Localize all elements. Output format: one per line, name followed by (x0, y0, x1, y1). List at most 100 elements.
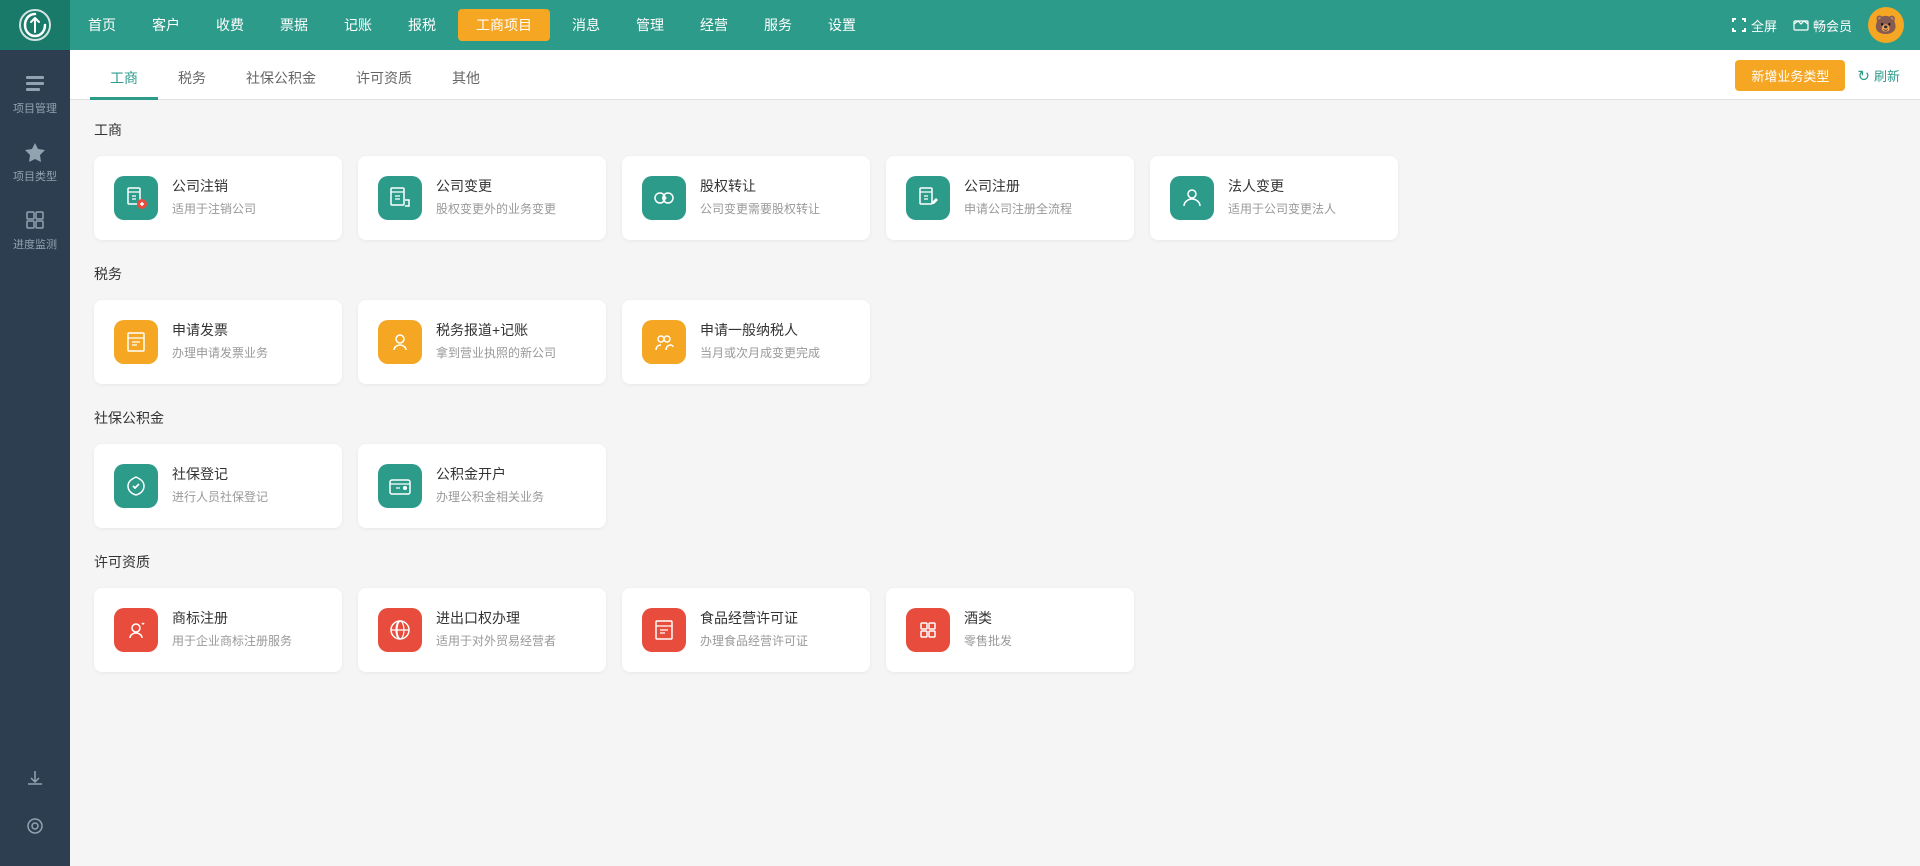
nav-item-服务[interactable]: 服务 (746, 0, 810, 50)
nav-right: 全屏 畅会员 🐻 (1731, 7, 1920, 43)
section-工商: 工商公司注销适用于注销公司公司变更股权变更外的业务变更股权转让公司变更需要股权转… (94, 120, 1896, 240)
card-desc-text: 进行人员社保登记 (172, 488, 322, 505)
nav-item-首页[interactable]: 首页 (70, 0, 134, 50)
card-desc-text: 申请公司注册全流程 (964, 200, 1114, 217)
card-icon-社保登记 (114, 464, 158, 508)
card-desc-text: 适用于注销公司 (172, 200, 322, 217)
sidebar-item-progress-monitor[interactable]: 进度监测 (0, 196, 70, 264)
card-食品经营许可证[interactable]: 食品经营许可证办理食品经营许可证 (622, 588, 870, 672)
tab-xuke[interactable]: 许可资质 (336, 58, 432, 100)
section-title: 工商 (94, 120, 1896, 140)
cards-grid: 社保登记进行人员社保登记公积金开户办理公积金相关业务 (94, 444, 1896, 528)
section-title: 许可资质 (94, 552, 1896, 572)
fullscreen-btn[interactable]: 全屏 (1731, 16, 1777, 35)
sidebar-item-download[interactable] (0, 754, 70, 802)
card-icon-公司注销 (114, 176, 158, 220)
nav-item-设置[interactable]: 设置 (810, 0, 874, 50)
section-title: 税务 (94, 264, 1896, 284)
location-icon (23, 814, 47, 838)
nav-item-经营[interactable]: 经营 (682, 0, 746, 50)
card-title-text: 申请发票 (172, 320, 322, 340)
sidebar: 项目管理 项目类型 进度监测 (0, 50, 70, 866)
nav-items: 首页客户收费票据记账报税工商项目消息管理经营服务设置 (70, 0, 1731, 50)
card-股权转让[interactable]: 股权转让公司变更需要股权转让 (622, 156, 870, 240)
tabs: 工商 税务 社保公积金 许可资质 其他 (90, 50, 500, 99)
card-title-text: 商标注册 (172, 608, 322, 628)
page-content: 工商公司注销适用于注销公司公司变更股权变更外的业务变更股权转让公司变更需要股权转… (70, 100, 1920, 866)
card-icon-公司注册 (906, 176, 950, 220)
tab-actions: 新增业务类型 ↻ 刷新 (1735, 60, 1900, 99)
project-type-icon (23, 140, 47, 164)
logo-icon (19, 9, 51, 41)
card-title-text: 社保登记 (172, 464, 322, 484)
nav-item-记账[interactable]: 记账 (326, 0, 390, 50)
card-desc-text: 办理申请发票业务 (172, 344, 322, 361)
card-desc-text: 适用于对外贸易经营者 (436, 632, 586, 649)
sidebar-item-location[interactable] (0, 802, 70, 850)
add-business-type-button[interactable]: 新增业务类型 (1735, 60, 1845, 91)
vip-btn[interactable]: 畅会员 (1793, 16, 1852, 35)
nav-item-管理[interactable]: 管理 (618, 0, 682, 50)
sidebar-item-project-management[interactable]: 项目管理 (0, 60, 70, 128)
card-title-text: 公司注销 (172, 176, 322, 196)
card-title-text: 公司注册 (964, 176, 1114, 196)
logo-area (0, 0, 70, 50)
card-icon-税务报道+记账 (378, 320, 422, 364)
card-酒类[interactable]: 酒类零售批发 (886, 588, 1134, 672)
nav-item-消息[interactable]: 消息 (554, 0, 618, 50)
refresh-button[interactable]: ↻ 刷新 (1857, 66, 1900, 85)
sidebar-bottom (0, 754, 70, 866)
tab-shuiwu[interactable]: 税务 (158, 58, 226, 100)
cards-grid: 申请发票办理申请发票业务税务报道+记账拿到营业执照的新公司申请一般纳税人当月或次… (94, 300, 1896, 384)
main-layout: 项目管理 项目类型 进度监测 (0, 50, 1920, 866)
tab-shebao[interactable]: 社保公积金 (226, 58, 336, 100)
card-申请发票[interactable]: 申请发票办理申请发票业务 (94, 300, 342, 384)
nav-item-报税[interactable]: 报税 (390, 0, 454, 50)
card-icon-酒类 (906, 608, 950, 652)
card-title-text: 税务报道+记账 (436, 320, 586, 340)
card-公司变更[interactable]: 公司变更股权变更外的业务变更 (358, 156, 606, 240)
sidebar-item-project-type[interactable]: 项目类型 (0, 128, 70, 196)
card-社保登记[interactable]: 社保登记进行人员社保登记 (94, 444, 342, 528)
nav-item-工商项目[interactable]: 工商项目 (458, 9, 550, 41)
card-商标注册[interactable]: 商标注册用于企业商标注册服务 (94, 588, 342, 672)
card-desc-text: 零售批发 (964, 632, 1114, 649)
cards-grid: 公司注销适用于注销公司公司变更股权变更外的业务变更股权转让公司变更需要股权转让公… (94, 156, 1896, 240)
section-title: 社保公积金 (94, 408, 1896, 428)
mascot: 🐻 (1868, 7, 1904, 43)
card-icon-食品经营许可证 (642, 608, 686, 652)
card-title-text: 进出口权办理 (436, 608, 586, 628)
card-税务报道+记账[interactable]: 税务报道+记账拿到营业执照的新公司 (358, 300, 606, 384)
card-title-text: 公积金开户 (436, 464, 586, 484)
section-社保公积金: 社保公积金社保登记进行人员社保登记公积金开户办理公积金相关业务 (94, 408, 1896, 528)
card-申请一般纳税人[interactable]: 申请一般纳税人当月或次月成变更完成 (622, 300, 870, 384)
card-title-text: 食品经营许可证 (700, 608, 850, 628)
section-税务: 税务申请发票办理申请发票业务税务报道+记账拿到营业执照的新公司申请一般纳税人当月… (94, 264, 1896, 384)
top-navigation: 首页客户收费票据记账报税工商项目消息管理经营服务设置 全屏 畅会员 🐻 (0, 0, 1920, 50)
section-许可资质: 许可资质商标注册用于企业商标注册服务进出口权办理适用于对外贸易经营者食品经营许可… (94, 552, 1896, 672)
nav-item-收费[interactable]: 收费 (198, 0, 262, 50)
refresh-icon: ↻ (1857, 67, 1870, 85)
card-icon-法人变更 (1170, 176, 1214, 220)
card-公司注销[interactable]: 公司注销适用于注销公司 (94, 156, 342, 240)
card-title-text: 酒类 (964, 608, 1114, 628)
card-desc-text: 适用于公司变更法人 (1228, 200, 1378, 217)
card-icon-公积金开户 (378, 464, 422, 508)
content-area: 工商 税务 社保公积金 许可资质 其他 新增业务类型 ↻ (70, 50, 1920, 866)
nav-item-票据[interactable]: 票据 (262, 0, 326, 50)
card-title-text: 公司变更 (436, 176, 586, 196)
card-进出口权办理[interactable]: 进出口权办理适用于对外贸易经营者 (358, 588, 606, 672)
tab-bar: 工商 税务 社保公积金 许可资质 其他 新增业务类型 ↻ (70, 50, 1920, 100)
download-icon (23, 766, 47, 790)
card-desc-text: 拿到营业执照的新公司 (436, 344, 586, 361)
card-公司注册[interactable]: 公司注册申请公司注册全流程 (886, 156, 1134, 240)
card-icon-商标注册 (114, 608, 158, 652)
nav-item-客户[interactable]: 客户 (134, 0, 198, 50)
card-法人变更[interactable]: 法人变更适用于公司变更法人 (1150, 156, 1398, 240)
card-desc-text: 办理食品经营许可证 (700, 632, 850, 649)
card-公积金开户[interactable]: 公积金开户办理公积金相关业务 (358, 444, 606, 528)
card-desc-text: 当月或次月成变更完成 (700, 344, 850, 361)
tab-gongshang[interactable]: 工商 (90, 58, 158, 100)
tab-other[interactable]: 其他 (432, 58, 500, 100)
card-icon-股权转让 (642, 176, 686, 220)
